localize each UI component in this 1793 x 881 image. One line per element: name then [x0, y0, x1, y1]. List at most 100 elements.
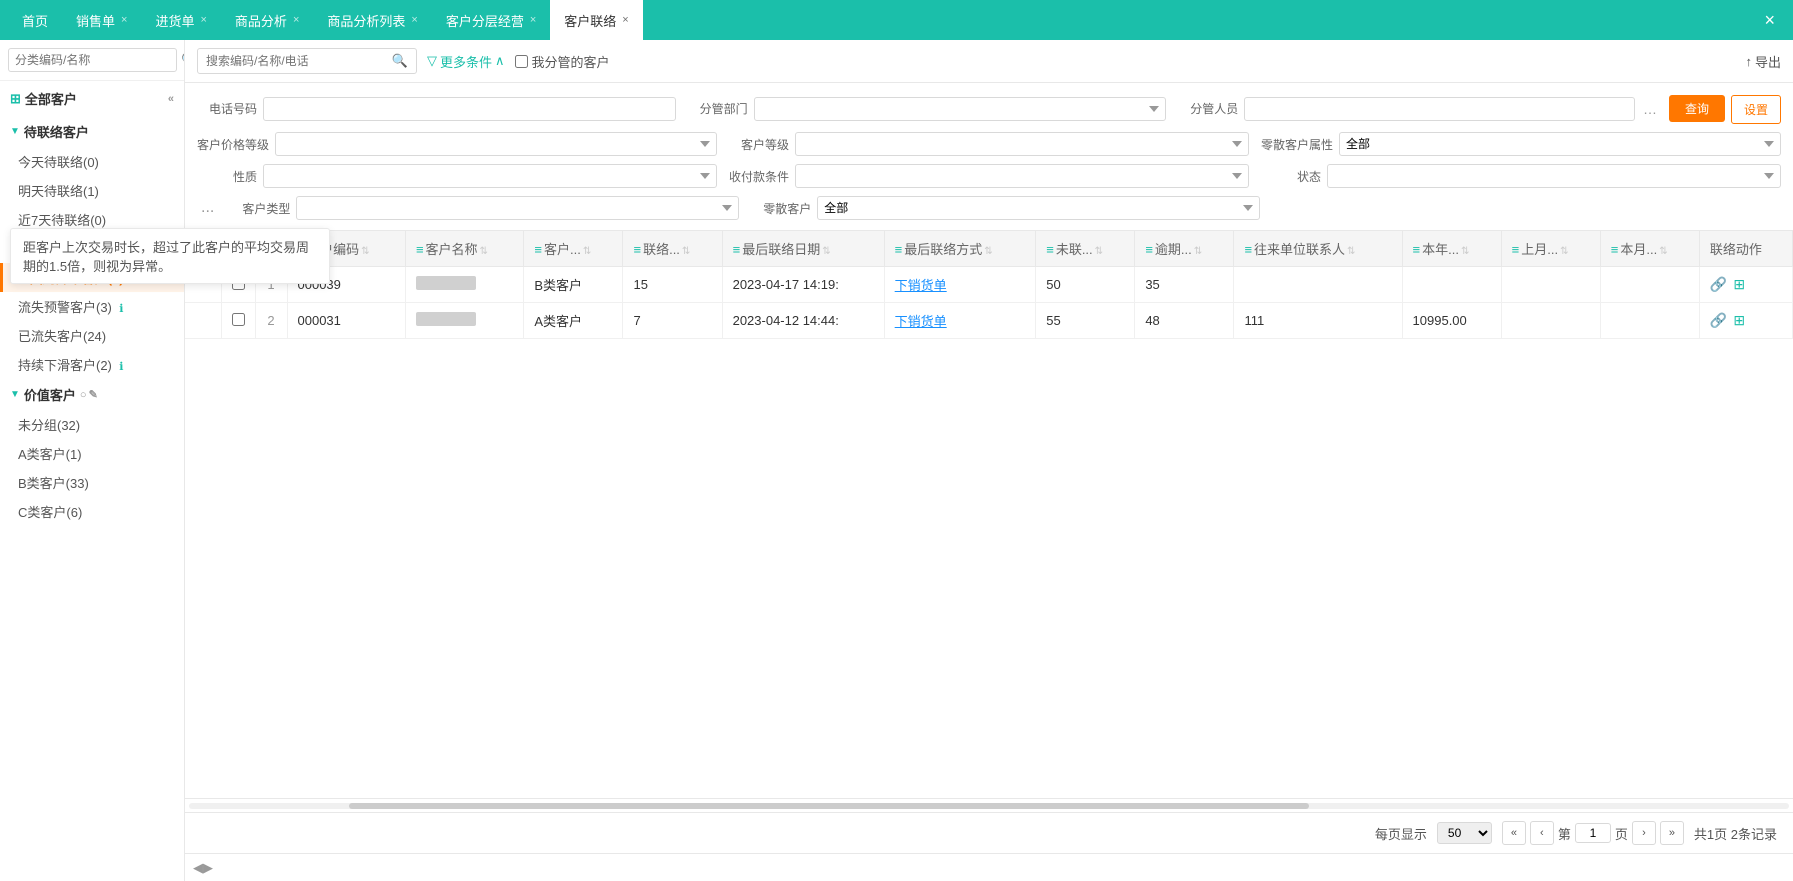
sidebar-pending-group[interactable]: ▼ 待联络客户: [0, 116, 184, 147]
pay-condition-select[interactable]: [795, 164, 1249, 188]
gender-select[interactable]: [263, 164, 717, 188]
filter-retail-customer: 零散客户 全部: [751, 196, 1260, 220]
phone-input[interactable]: [263, 97, 676, 121]
table-header-last-contact-date[interactable]: ≡最后联络日期⇅: [722, 231, 884, 267]
action-link-icon[interactable]: 🔗: [1710, 276, 1727, 293]
sidebar-item-lost-warning[interactable]: 流失预警客户(3) ℹ: [0, 292, 184, 321]
bottom-left-btn[interactable]: ◀: [193, 860, 203, 876]
nav-customer-segment[interactable]: 客户分层经营 ×: [432, 0, 550, 40]
row-last-contact-date: 2023-04-12 14:44:: [722, 303, 884, 339]
sidebar-all-customers[interactable]: ⊞ 全部客户 «: [0, 81, 184, 116]
nav-product-analysis[interactable]: 商品分析 ×: [221, 0, 313, 40]
bottom-right-btn[interactable]: ▶: [203, 860, 213, 876]
table-header-contact[interactable]: ≡联络...⇅: [623, 231, 722, 267]
table-header-this-month[interactable]: ≡本月...⇅: [1600, 231, 1699, 267]
manager-label: 分管人员: [1178, 100, 1238, 117]
row-name[interactable]: [405, 267, 523, 303]
sidebar-item-a-class[interactable]: A类客户(1): [0, 439, 184, 468]
action-grid-icon[interactable]: ⊞: [1733, 312, 1745, 329]
nav-product-analysis-close[interactable]: ×: [293, 14, 299, 26]
nav-customer-segment-close[interactable]: ×: [530, 14, 536, 26]
row-this-month: [1600, 303, 1699, 339]
per-page-select[interactable]: 50100: [1437, 822, 1492, 844]
table-header-type[interactable]: ≡客户...⇅: [524, 231, 623, 267]
edit-group-icon[interactable]: ○: [80, 389, 87, 401]
prev-page-btn[interactable]: ‹: [1530, 821, 1554, 845]
scrollbar-thumb[interactable]: [349, 803, 1309, 809]
price-grade-select[interactable]: [275, 132, 717, 156]
nav-purchase[interactable]: 进货单 ×: [141, 0, 220, 40]
content-area: 🔍 ▽ 更多条件 ∧ 我分管的客户 ↑ 导出 电话号码: [185, 40, 1793, 881]
customer-grade-select[interactable]: [795, 132, 1249, 156]
settings-button[interactable]: 设置: [1731, 95, 1781, 124]
row-type: B类客户: [524, 267, 623, 303]
nav-sales-close[interactable]: ×: [121, 14, 127, 26]
table-header-uncontacted[interactable]: ≡未联...⇅: [1036, 231, 1135, 267]
row-checkbox[interactable]: [221, 303, 255, 339]
query-button[interactable]: 查询: [1669, 95, 1725, 122]
row-this-year: 10995.00: [1402, 303, 1501, 339]
sidebar-item-ungroup[interactable]: 未分组(32): [0, 410, 184, 439]
filter-row-3: 性质 收付款条件 状态: [197, 164, 1781, 188]
row-last-contact-way[interactable]: 下销货单: [884, 267, 1036, 303]
table-header-company-contact[interactable]: ≡往来单位联系人⇅: [1234, 231, 1402, 267]
sidebar-item-tomorrow[interactable]: 明天待联络(1): [0, 176, 184, 205]
price-grade-label: 客户价格等级: [197, 136, 269, 153]
nav-sales[interactable]: 销售单 ×: [62, 0, 141, 40]
filter-row-2: 客户价格等级 客户等级 零散客户属性 全部: [197, 132, 1781, 156]
retail-attr-select[interactable]: 全部: [1339, 132, 1781, 156]
page-navigation: « ‹ 第 页 › »: [1502, 821, 1684, 845]
dept-select[interactable]: [754, 97, 1167, 121]
manager-input[interactable]: [1244, 97, 1635, 121]
table-header-last-contact-way[interactable]: ≡最后联络方式⇅: [884, 231, 1036, 267]
last-page-btn[interactable]: »: [1660, 821, 1684, 845]
sidebar-item-today[interactable]: 今天待联络(0): [0, 147, 184, 176]
search-input[interactable]: [206, 54, 388, 68]
customer-table: ⚙ ≡客户编码⇅ ≡客户名称⇅ ≡客户...⇅ ≡联络...⇅ ≡最后联络日期⇅…: [185, 231, 1793, 339]
sidebar-item-b-class[interactable]: B类客户(33): [0, 468, 184, 497]
sidebar-search-input[interactable]: [8, 48, 177, 72]
table-header-this-year[interactable]: ≡本年...⇅: [1402, 231, 1501, 267]
row-overdue: 35: [1135, 267, 1234, 303]
scrollbar-track: [189, 803, 1789, 809]
page-input[interactable]: [1575, 823, 1611, 843]
nav-customer-contact[interactable]: 客户联络 ×: [550, 0, 642, 40]
table-header-name[interactable]: ≡客户名称⇅: [405, 231, 523, 267]
nav-product-analysis-list[interactable]: 商品分析列表 ×: [313, 0, 431, 40]
more-dots[interactable]: ...: [197, 199, 218, 217]
retail-customer-select[interactable]: 全部: [817, 196, 1260, 220]
row-last-contact-way[interactable]: 下销货单: [884, 303, 1036, 339]
next-page-btn[interactable]: ›: [1632, 821, 1656, 845]
nav-purchase-close[interactable]: ×: [200, 14, 206, 26]
total-records: 共1页 2条记录: [1694, 824, 1777, 843]
nav-customer-contact-close[interactable]: ×: [622, 14, 628, 26]
customer-type-select[interactable]: [296, 196, 739, 220]
my-customers-checkbox[interactable]: [515, 55, 528, 68]
nav-home[interactable]: 首页: [8, 0, 62, 40]
settings-group-icon[interactable]: ✎: [89, 388, 98, 401]
export-button[interactable]: ↑ 导出: [1745, 52, 1781, 71]
horizontal-scrollbar[interactable]: [185, 798, 1793, 812]
search-icon[interactable]: 🔍: [392, 53, 408, 69]
more-conditions-btn[interactable]: ▽ 更多条件 ∧: [427, 52, 505, 71]
sidebar-item-already-lost[interactable]: 已流失客户(24): [0, 321, 184, 350]
filter-customer-type: 客户类型: [230, 196, 739, 220]
sidebar-value-group[interactable]: ▼ 价值客户 ○ ✎: [0, 379, 184, 410]
window-close-button[interactable]: ×: [1754, 10, 1785, 31]
first-page-btn[interactable]: «: [1502, 821, 1526, 845]
status-select[interactable]: [1327, 164, 1781, 188]
action-link-icon[interactable]: 🔗: [1710, 312, 1727, 329]
row-action: 🔗 ⊞: [1699, 267, 1792, 303]
table-header-last-month[interactable]: ≡上月...⇅: [1501, 231, 1600, 267]
filter-dept: 分管部门: [688, 97, 1167, 121]
sidebar-item-continuous-down[interactable]: 持续下滑客户(2) ℹ: [0, 350, 184, 379]
manager-more-icon[interactable]: …: [1643, 101, 1657, 117]
filter-pay-condition: 收付款条件: [729, 164, 1249, 188]
action-grid-icon[interactable]: ⊞: [1733, 276, 1745, 293]
row-name[interactable]: [405, 303, 523, 339]
status-label: 状态: [1261, 168, 1321, 185]
nav-product-analysis-list-close[interactable]: ×: [411, 14, 417, 26]
my-customers-filter[interactable]: 我分管的客户: [515, 52, 610, 71]
sidebar-item-c-class[interactable]: C类客户(6): [0, 497, 184, 526]
table-header-overdue[interactable]: ≡逾期...⇅: [1135, 231, 1234, 267]
